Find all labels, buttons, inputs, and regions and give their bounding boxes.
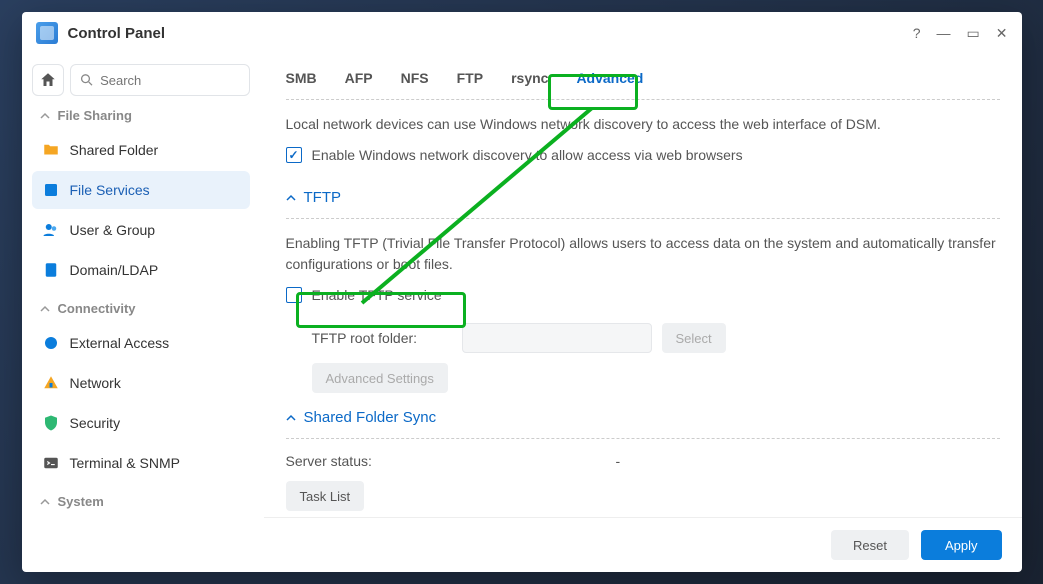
group-file-sharing[interactable]: File Sharing bbox=[32, 98, 250, 129]
file-services-icon bbox=[42, 181, 60, 199]
maximize-icon[interactable]: ▭ bbox=[967, 25, 980, 42]
tab-bar: SMB AFP NFS FTP rsync Advanced bbox=[264, 54, 1022, 99]
chevron-up-icon bbox=[40, 304, 50, 314]
chevron-up-icon bbox=[40, 497, 50, 507]
sidebar-item-file-services[interactable]: File Services bbox=[32, 171, 250, 209]
users-icon bbox=[42, 221, 60, 239]
shield-icon bbox=[42, 414, 60, 432]
sidebar-item-domain-ldap[interactable]: Domain/LDAP bbox=[32, 251, 250, 289]
tftp-root-folder-input[interactable] bbox=[462, 323, 652, 353]
discovery-description: Local network devices can use Windows ne… bbox=[286, 114, 1000, 135]
section-sfs-head[interactable]: Shared Folder Sync bbox=[286, 403, 1000, 439]
sidebar-item-terminal-snmp[interactable]: Terminal & SNMP bbox=[32, 444, 250, 482]
task-list-button[interactable]: Task List bbox=[286, 481, 365, 511]
search-box[interactable] bbox=[70, 64, 250, 96]
home-icon bbox=[39, 71, 57, 89]
tab-ftp[interactable]: FTP bbox=[457, 64, 483, 98]
tab-smb[interactable]: SMB bbox=[286, 64, 317, 98]
reset-button[interactable]: Reset bbox=[831, 530, 909, 560]
chevron-up-icon bbox=[286, 413, 296, 423]
tab-nfs[interactable]: NFS bbox=[401, 64, 429, 98]
chevron-up-icon bbox=[40, 111, 50, 121]
ldap-icon bbox=[42, 261, 60, 279]
search-icon bbox=[79, 71, 95, 89]
help-icon[interactable]: ? bbox=[913, 25, 921, 41]
sidebar-item-user-group[interactable]: User & Group bbox=[32, 211, 250, 249]
folder-icon bbox=[42, 141, 60, 159]
app-icon bbox=[36, 22, 58, 44]
close-icon[interactable]: ✕ bbox=[996, 25, 1008, 42]
server-status-value: - bbox=[616, 453, 621, 469]
sidebar-item-shared-folder[interactable]: Shared Folder bbox=[32, 131, 250, 169]
enable-discovery-label: Enable Windows network discovery to allo… bbox=[312, 147, 743, 163]
section-tftp-head[interactable]: TFTP bbox=[286, 183, 1000, 219]
minimize-icon[interactable]: — bbox=[937, 25, 951, 41]
enable-tftp-label: Enable TFTP service bbox=[312, 287, 442, 303]
sidebar-item-external-access[interactable]: External Access bbox=[32, 324, 250, 362]
enable-tftp-checkbox[interactable] bbox=[286, 287, 302, 303]
group-connectivity[interactable]: Connectivity bbox=[32, 291, 250, 322]
tab-advanced[interactable]: Advanced bbox=[576, 64, 643, 98]
globe-icon bbox=[42, 334, 60, 352]
group-system[interactable]: System bbox=[32, 484, 250, 515]
tab-afp[interactable]: AFP bbox=[345, 64, 373, 98]
home-button[interactable] bbox=[32, 64, 64, 96]
apply-button[interactable]: Apply bbox=[921, 530, 1002, 560]
tftp-description: Enabling TFTP (Trivial File Transfer Pro… bbox=[286, 233, 1000, 275]
advanced-settings-button[interactable]: Advanced Settings bbox=[312, 363, 448, 393]
sidebar-item-security[interactable]: Security bbox=[32, 404, 250, 442]
select-folder-button[interactable]: Select bbox=[662, 323, 726, 353]
sidebar-item-network[interactable]: Network bbox=[32, 364, 250, 402]
enable-discovery-checkbox[interactable] bbox=[286, 147, 302, 163]
window-title: Control Panel bbox=[68, 25, 166, 42]
network-icon bbox=[42, 374, 60, 392]
search-input[interactable] bbox=[100, 73, 240, 88]
chevron-up-icon bbox=[286, 193, 296, 203]
tftp-root-folder-label: TFTP root folder: bbox=[312, 330, 452, 346]
terminal-icon bbox=[42, 454, 60, 472]
tab-rsync[interactable]: rsync bbox=[511, 64, 548, 98]
server-status-label: Server status: bbox=[286, 453, 606, 469]
